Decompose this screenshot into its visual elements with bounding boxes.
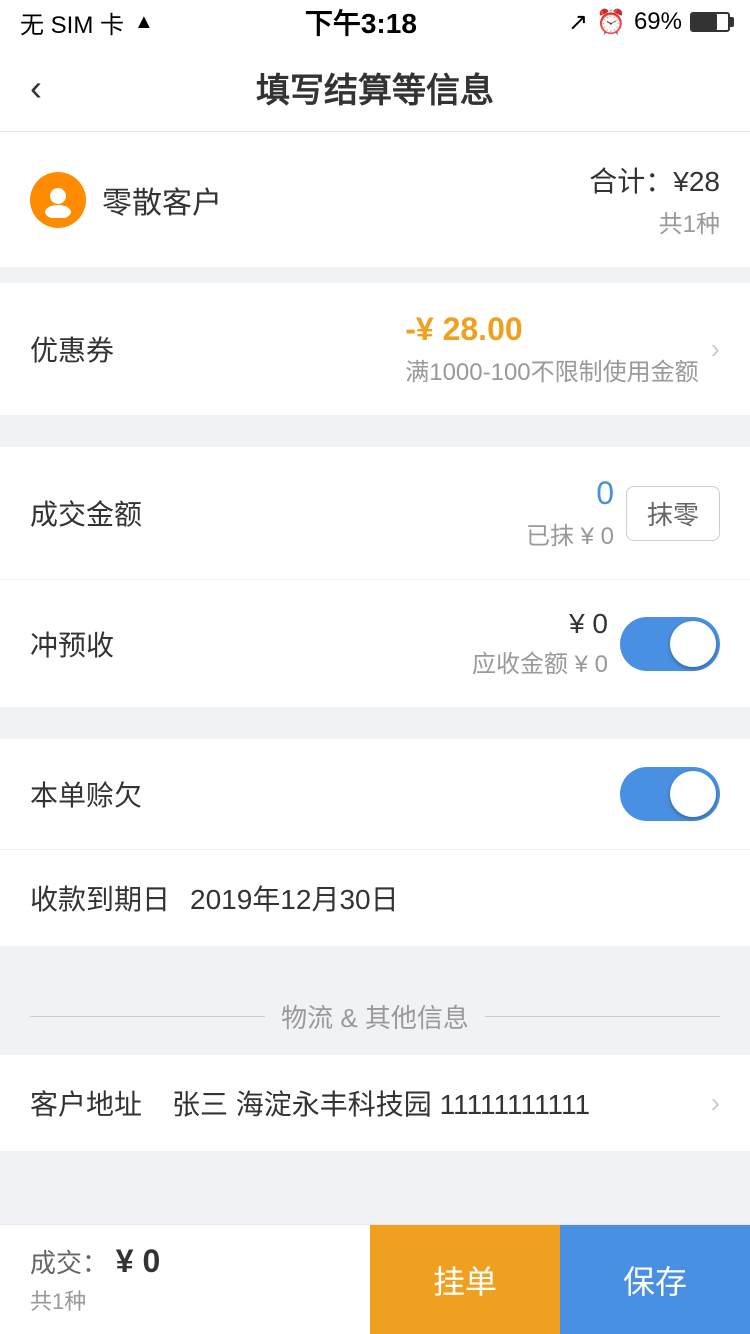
status-left: 无 SIM 卡 ▲ [20, 5, 154, 40]
coupon-value-block: -¥ 28.00 满1000-100不限制使用金额 [405, 311, 698, 387]
bottom-info: 成交： ¥ 0 共1种 [0, 1243, 370, 1316]
prepay-value: ¥ 0 [472, 608, 608, 640]
due-date-label: 收款到期日 [30, 878, 170, 918]
prepay-sub: 应收金额 ¥ 0 [472, 644, 608, 679]
coupon-label: 优惠券 [30, 329, 114, 369]
address-label: 客户地址 [30, 1083, 142, 1123]
customer-row: 零散客户 合计：¥28 共1种 [0, 132, 750, 267]
coupon-right: -¥ 28.00 满1000-100不限制使用金额 › [405, 311, 720, 387]
prepay-row: 冲预收 ¥ 0 应收金额 ¥ 0 [0, 580, 750, 707]
due-date-value: 2019年12月30日 [190, 878, 399, 918]
amount-section: 成交金额 0 已抹 ¥ 0 抹零 冲预收 ¥ 0 应收金额 ¥ 0 [0, 447, 750, 707]
prepay-block: ¥ 0 应收金额 ¥ 0 [472, 608, 608, 679]
total-price: 合计：¥28 [589, 160, 720, 200]
status-bar: 无 SIM 卡 ▲ 下午3:18 ↗ ⏰ 69% [0, 0, 750, 44]
logistics-section-header: 物流 & 其他信息 [0, 978, 750, 1055]
customer-summary: 合计：¥28 共1种 [589, 160, 720, 239]
coupon-section: 优惠券 -¥ 28.00 满1000-100不限制使用金额 › [0, 283, 750, 415]
nav-bar: ‹ 填写结算等信息 [0, 44, 750, 132]
credit-toggle[interactable] [620, 767, 720, 821]
deal-amount-value[interactable]: 0 [596, 475, 614, 511]
bottom-deal-price: ¥ 0 [116, 1243, 160, 1279]
credit-label: 本单赊欠 [30, 774, 142, 814]
section-divider-2 [0, 723, 750, 739]
bottom-deal-line: 成交： ¥ 0 [30, 1243, 340, 1280]
deal-amount-right: 0 已抹 ¥ 0 抹零 [526, 475, 720, 551]
bottom-count: 共1种 [30, 1284, 340, 1316]
page-title: 填写结算等信息 [256, 63, 494, 112]
alarm-icon: ⏰ [596, 8, 626, 37]
coupon-row[interactable]: 优惠券 -¥ 28.00 满1000-100不限制使用金额 › [0, 283, 750, 415]
bottom-deal-label: 成交： [30, 1248, 108, 1278]
round-button[interactable]: 抹零 [626, 486, 720, 541]
save-button[interactable]: 保存 [560, 1225, 750, 1334]
carrier-label: 无 SIM 卡 [20, 5, 124, 40]
back-button[interactable]: ‹ [30, 67, 42, 109]
credit-row: 本单赊欠 [0, 739, 750, 850]
content: 零散客户 合计：¥28 共1种 优惠券 -¥ 28.00 满1000-100不限… [0, 132, 750, 1277]
customer-left: 零散客户 [30, 172, 222, 228]
avatar [30, 172, 86, 228]
battery-icon [690, 12, 730, 32]
customer-name: 零散客户 [102, 178, 222, 222]
address-section: 客户地址 张三 海淀永丰科技园 11111111111 › [0, 1055, 750, 1151]
wifi-icon: ▲ [134, 11, 154, 34]
location-icon: ↗ [568, 8, 588, 37]
status-right: ↗ ⏰ 69% [568, 8, 730, 37]
chevron-right-icon: › [711, 333, 720, 365]
prepay-right: ¥ 0 应收金额 ¥ 0 [472, 608, 720, 679]
deal-amount-sub: 已抹 ¥ 0 [526, 516, 614, 551]
deal-amount-block: 0 已抹 ¥ 0 [526, 475, 614, 551]
due-date-row[interactable]: 收款到期日 2019年12月30日 [0, 850, 750, 946]
coupon-description: 满1000-100不限制使用金额 [405, 352, 698, 387]
deal-amount-row: 成交金额 0 已抹 ¥ 0 抹零 [0, 447, 750, 580]
status-time: 下午3:18 [305, 2, 417, 42]
credit-toggle-knob [670, 771, 716, 817]
address-chevron-icon: › [711, 1087, 720, 1119]
credit-right [620, 767, 720, 821]
total-count: 共1种 [589, 204, 720, 239]
toggle-knob [670, 621, 716, 667]
logistics-label: 物流 & 其他信息 [281, 998, 469, 1035]
address-value: 张三 海淀永丰科技园 11111111111 [172, 1083, 711, 1123]
coupon-amount: -¥ 28.00 [405, 311, 698, 348]
address-row[interactable]: 客户地址 张三 海淀永丰科技园 11111111111 › [0, 1055, 750, 1151]
hang-button[interactable]: 挂单 [370, 1225, 560, 1334]
section-divider-1 [0, 431, 750, 447]
prepay-toggle[interactable] [620, 617, 720, 671]
credit-section: 本单赊欠 收款到期日 2019年12月30日 [0, 739, 750, 946]
prepay-label: 冲预收 [30, 624, 114, 664]
section-divider-3 [0, 962, 750, 978]
bottom-bar: 成交： ¥ 0 共1种 挂单 保存 [0, 1224, 750, 1334]
deal-amount-label: 成交金额 [30, 493, 142, 533]
battery-percent: 69% [634, 8, 682, 36]
